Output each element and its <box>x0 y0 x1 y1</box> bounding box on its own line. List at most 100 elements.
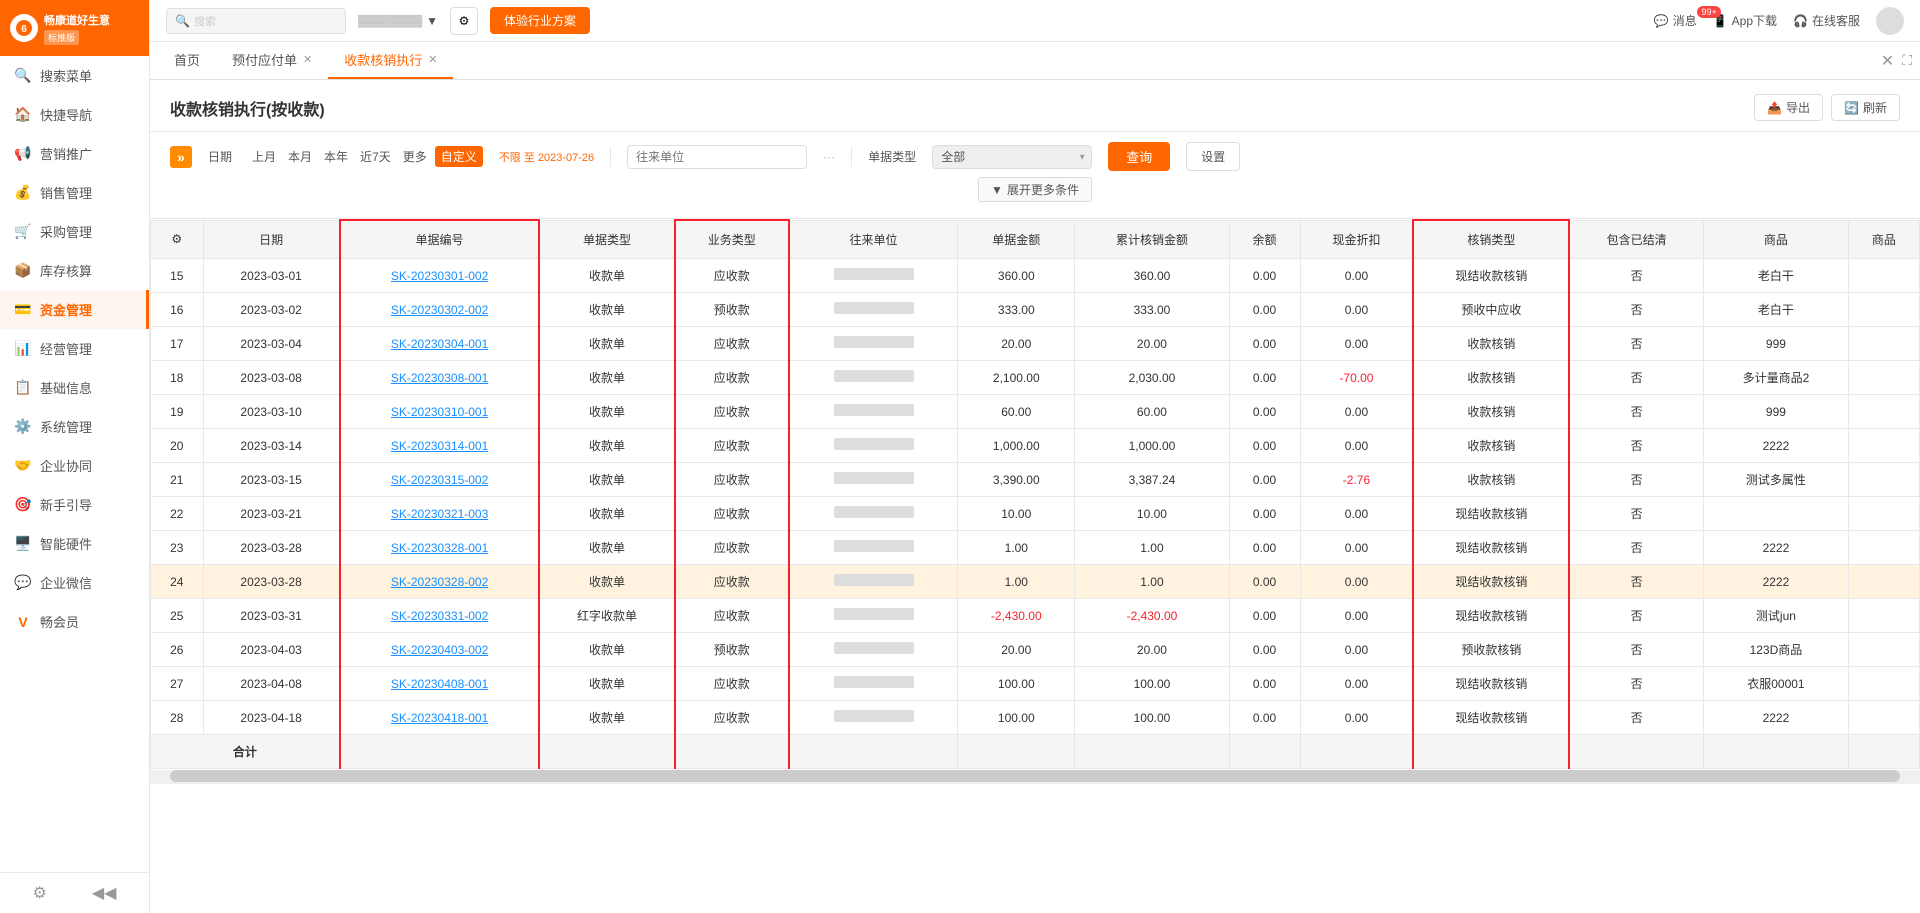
sidebar-item-hardware[interactable]: 🖥️ 智能硬件 <box>0 524 149 563</box>
sidebar-item-sales[interactable]: 💰 销售管理 <box>0 173 149 212</box>
cell-total-offset: 333.00 <box>1075 293 1229 327</box>
message-btn[interactable]: 💬 消息 99+ <box>1654 12 1697 29</box>
settings-icon[interactable]: ⚙ <box>33 883 47 903</box>
col-partner-header[interactable]: 往来单位 <box>789 220 958 259</box>
table-row: 16 2023-03-02 SK-20230302-002 收款单 预收款 33… <box>151 293 1920 327</box>
voucher-no-link[interactable]: SK-20230310-001 <box>391 405 488 419</box>
voucher-type-select-wrap[interactable]: 全部 收款单 红字收款单 <box>932 145 1092 169</box>
data-table-container[interactable]: ⚙ 日期 单据编号 单据类型 业务类型 往来单位 单据金额 累计核销金额 余额 … <box>150 219 1920 913</box>
this-year-btn[interactable]: 本年 <box>320 146 352 167</box>
voucher-no-link[interactable]: SK-20230302-002 <box>391 303 488 317</box>
partner-input[interactable] <box>627 145 807 169</box>
col-date-header[interactable]: 日期 <box>203 220 340 259</box>
col-offset-type-header[interactable]: 核销类型 <box>1413 220 1569 259</box>
this-month-btn[interactable]: 本月 <box>284 146 316 167</box>
sidebar-item-label: 采购管理 <box>40 222 92 241</box>
collapse-icon[interactable]: ◀◀ <box>92 883 117 903</box>
horizontal-scrollbar[interactable] <box>150 770 1920 784</box>
cell-amount: 360.00 <box>958 259 1075 293</box>
voucher-no-link[interactable]: SK-20230403-002 <box>391 643 488 657</box>
col-voucher-no-header[interactable]: 单据编号 <box>340 220 540 259</box>
col-total-offset-header[interactable]: 累计核销金额 <box>1075 220 1229 259</box>
app-download-label: App下载 <box>1732 12 1777 29</box>
voucher-no-link[interactable]: SK-20230314-001 <box>391 439 488 453</box>
tab-prepay[interactable]: 预付应付单 ✕ <box>216 42 328 79</box>
topbar-search-text: 搜索 <box>194 13 216 29</box>
col-goods-header[interactable]: 商品 <box>1703 220 1848 259</box>
cell-include: 否 <box>1569 531 1703 565</box>
cell-total-offset: 100.00 <box>1075 701 1229 735</box>
sidebar-item-purchase[interactable]: 🛒 采购管理 <box>0 212 149 251</box>
cell-no: 24 <box>151 565 204 599</box>
online-service-btn[interactable]: 🎧 在线客服 <box>1793 12 1860 29</box>
voucher-no-link[interactable]: SK-20230418-001 <box>391 711 488 725</box>
sidebar-item-inventory[interactable]: 📦 库存核算 <box>0 251 149 290</box>
sidebar-item-enterprise[interactable]: 🤝 企业协同 <box>0 446 149 485</box>
filter-collapse-btn[interactable]: » <box>170 146 192 168</box>
topbar-search[interactable]: 🔍 搜索 <box>166 8 346 34</box>
last-month-btn[interactable]: 上月 <box>248 146 280 167</box>
marketing-icon: 📢 <box>14 145 32 163</box>
sidebar-item-quicknav[interactable]: 🏠 快捷导航 <box>0 95 149 134</box>
tab-prepay-close[interactable]: ✕ <box>303 53 312 66</box>
cell-no: 15 <box>151 259 204 293</box>
industry-btn[interactable]: 体验行业方案 <box>490 7 590 34</box>
sidebar-item-member[interactable]: V 畅会员 <box>0 602 149 641</box>
voucher-no-link[interactable]: SK-20230321-003 <box>391 507 488 521</box>
voucher-no-link[interactable]: SK-20230408-001 <box>391 677 488 691</box>
sidebar-item-marketing[interactable]: 📢 营销推广 <box>0 134 149 173</box>
col-voucher-type-header[interactable]: 单据类型 <box>539 220 674 259</box>
tab-collection-close[interactable]: ✕ <box>428 53 437 66</box>
user-avatar[interactable] <box>1876 7 1904 35</box>
voucher-no-link[interactable]: SK-20230315-002 <box>391 473 488 487</box>
tabs-fullscreen-btn[interactable]: ⛶ <box>1902 52 1912 69</box>
col-biz-type-header[interactable]: 业务类型 <box>675 220 789 259</box>
sidebar-item-search[interactable]: 🔍 搜索菜单 <box>0 56 149 95</box>
sidebar-item-system[interactable]: ⚙️ 系统管理 <box>0 407 149 446</box>
query-btn[interactable]: 查询 <box>1108 142 1170 171</box>
col-include-header[interactable]: 包含已结清 <box>1569 220 1703 259</box>
voucher-no-link[interactable]: SK-20230304-001 <box>391 337 488 351</box>
topbar-dropdown[interactable]: ▓▓▓▓▓▓▓▓ ▼ <box>358 14 438 28</box>
cell-goods2 <box>1848 701 1919 735</box>
col-amount-header[interactable]: 单据金额 <box>958 220 1075 259</box>
cell-total-offset: 100.00 <box>1075 667 1229 701</box>
sidebar-item-finance[interactable]: 💳 资金管理 <box>0 290 149 329</box>
col-discount-header[interactable]: 现金折扣 <box>1300 220 1413 259</box>
voucher-no-link[interactable]: SK-20230301-002 <box>391 269 488 283</box>
cell-offset-type: 收款核销 <box>1413 463 1569 497</box>
expand-conditions-btn[interactable]: ▼ 展开更多条件 <box>978 177 1092 202</box>
cell-amount: 60.00 <box>958 395 1075 429</box>
cell-include: 否 <box>1569 429 1703 463</box>
table-row: 23 2023-03-28 SK-20230328-001 收款单 应收款 1.… <box>151 531 1920 565</box>
last-7days-btn[interactable]: 近7天 <box>356 146 395 167</box>
sidebar-item-operations[interactable]: 📊 经营管理 <box>0 329 149 368</box>
tab-collection[interactable]: 收款核销执行 ✕ <box>328 42 453 79</box>
col-gear[interactable]: ⚙ <box>151 220 204 259</box>
voucher-no-link[interactable]: SK-20230328-001 <box>391 541 488 555</box>
custom-date-btn[interactable]: 自定义 <box>435 146 483 167</box>
cell-voucher-no: SK-20230321-003 <box>340 497 540 531</box>
sidebar-item-guide[interactable]: 🎯 新手引导 <box>0 485 149 524</box>
tabs-close-all-btn[interactable]: ✕ <box>1881 51 1894 71</box>
tab-home[interactable]: 首页 <box>158 42 216 79</box>
voucher-type-select[interactable]: 全部 收款单 红字收款单 <box>932 145 1092 169</box>
app-download-btn[interactable]: 📱 App下载 <box>1713 12 1777 29</box>
sidebar-item-basic[interactable]: 📋 基础信息 <box>0 368 149 407</box>
refresh-btn[interactable]: 🔄 刷新 <box>1831 94 1900 121</box>
export-btn[interactable]: 📤 导出 <box>1754 94 1823 121</box>
headset-icon: 🎧 <box>1793 14 1808 28</box>
topbar-gear-btn[interactable]: ⚙ <box>450 7 478 35</box>
cell-biz-type: 预收款 <box>675 633 789 667</box>
voucher-no-link[interactable]: SK-20230328-002 <box>391 575 488 589</box>
sidebar-item-label: 系统管理 <box>40 417 92 436</box>
voucher-no-link[interactable]: SK-20230331-002 <box>391 609 488 623</box>
col-goods2-header[interactable]: 商品 <box>1848 220 1919 259</box>
setting-btn[interactable]: 设置 <box>1186 142 1240 171</box>
voucher-no-link[interactable]: SK-20230308-001 <box>391 371 488 385</box>
cell-partner <box>789 565 958 599</box>
sidebar-item-wechat[interactable]: 💬 企业微信 <box>0 563 149 602</box>
more-date-btn[interactable]: 更多 <box>399 146 431 167</box>
col-balance-header[interactable]: 余额 <box>1229 220 1300 259</box>
page-header: 收款核销执行(按收款) 📤 导出 🔄 刷新 <box>150 80 1920 132</box>
